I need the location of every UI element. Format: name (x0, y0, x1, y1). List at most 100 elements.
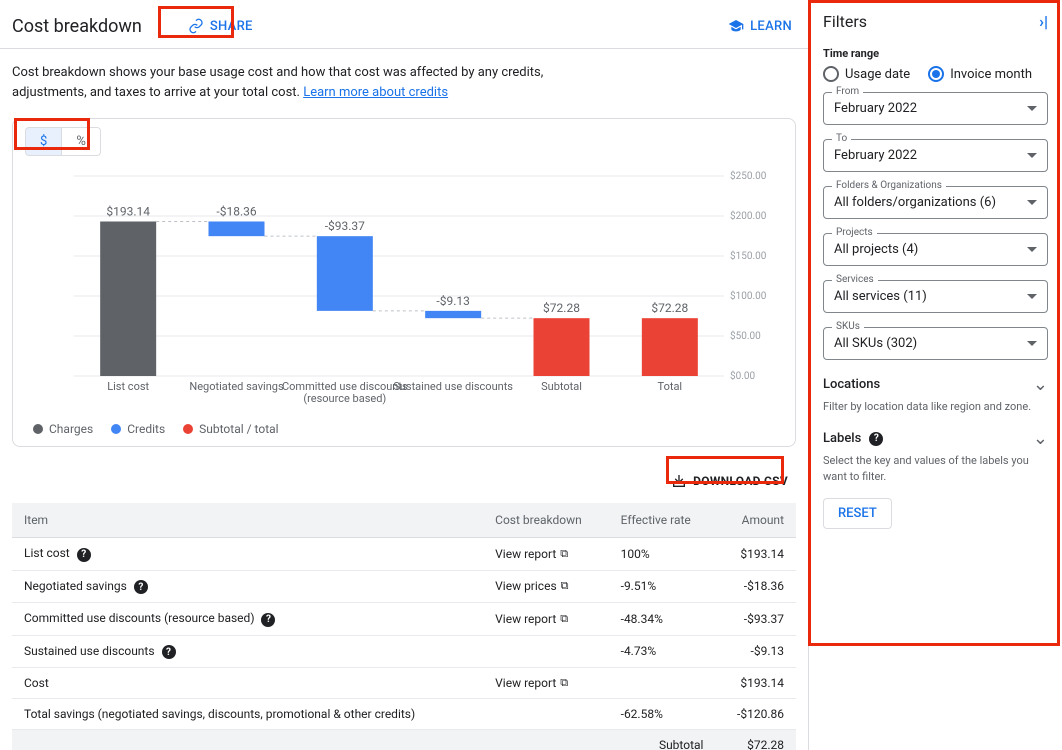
unit-toggle: $ % (25, 119, 783, 156)
col-cost-breakdown: Cost breakdown (483, 503, 608, 538)
filters-title: Filters (823, 12, 867, 31)
labels-hint: Select the key and values of the labels … (823, 453, 1048, 484)
cell-er: -4.73% (609, 635, 716, 668)
cell-er: -62.58% (609, 699, 716, 730)
summary-amount: $72.28 (715, 730, 796, 750)
reset-button[interactable]: RESET (823, 498, 892, 529)
learn-button[interactable]: LEARN (728, 18, 792, 34)
description: Cost breakdown shows your base usage cos… (0, 49, 560, 112)
time-range-label: Time range (823, 47, 1048, 60)
folders-label: Folders & Organizations (832, 180, 946, 191)
skus-value: All SKUs (302) (834, 336, 917, 351)
folders-select[interactable]: Folders & Organizations All folders/orga… (823, 186, 1048, 219)
services-value: All services (11) (834, 289, 927, 304)
svg-text:Subtotal: Subtotal (541, 380, 582, 393)
labels-label: Labels (823, 431, 861, 446)
toggle-percent[interactable]: % (62, 127, 101, 156)
svg-text:$72.28: $72.28 (651, 301, 688, 315)
collapse-filters-icon[interactable]: ›| (1039, 12, 1048, 31)
cell-amount: -$93.37 (715, 603, 796, 636)
table-row: Sustained use discounts ? -4.73% -$9.13 (12, 635, 796, 668)
radio-icon (928, 66, 944, 82)
cell-er: -48.34% (609, 603, 716, 636)
svg-text:List cost: List cost (107, 380, 149, 393)
cell-cb: View report ⧉ (483, 668, 608, 699)
svg-text:$50.00: $50.00 (730, 329, 761, 342)
to-select[interactable]: To February 2022 (823, 139, 1048, 172)
table-row: List cost ? View report ⧉ 100% $193.14 (12, 538, 796, 571)
graduation-icon (728, 18, 744, 34)
cell-item: List cost ? (12, 538, 483, 571)
cell-cb (483, 635, 608, 668)
chevron-down-icon: ⌄ (1033, 374, 1048, 395)
download-csv-button[interactable]: DOWNLOAD CSV (663, 467, 796, 495)
view-report-link[interactable]: View report ⧉ (495, 676, 568, 690)
chevron-down-icon (1027, 247, 1037, 252)
radio-invoice-month[interactable]: Invoice month (928, 66, 1032, 82)
chart-legend: ChargesCreditsSubtotal / total (25, 416, 783, 436)
radio-usage-date[interactable]: Usage date (823, 66, 910, 82)
from-label: From (832, 86, 863, 97)
radio-usage-date-label: Usage date (845, 67, 910, 82)
help-icon[interactable]: ? (134, 580, 148, 594)
svg-text:Sustained use discounts: Sustained use discounts (393, 380, 513, 393)
view-report-link[interactable]: View report ⧉ (495, 547, 568, 561)
projects-select[interactable]: Projects All projects (4) (823, 233, 1048, 266)
cost-table: Item Cost breakdown Effective rate Amoun… (12, 503, 796, 750)
svg-text:$100.00: $100.00 (730, 289, 767, 302)
svg-text:-$18.36: -$18.36 (216, 204, 256, 218)
waterfall-chart: $0.00$50.00$100.00$150.00$200.00$250.00$… (25, 166, 783, 416)
radio-icon (823, 66, 839, 82)
services-select[interactable]: Services All services (11) (823, 280, 1048, 313)
table-row: Committed use discounts (resource based)… (12, 603, 796, 636)
labels-expand[interactable]: Labels ? ⌄ (823, 428, 1048, 449)
svg-text:$250.00: $250.00 (730, 169, 767, 182)
svg-text:$200.00: $200.00 (730, 209, 767, 222)
help-icon[interactable]: ? (162, 645, 176, 659)
skus-select[interactable]: SKUs All SKUs (302) (823, 327, 1048, 360)
services-label: Services (832, 274, 878, 285)
chevron-down-icon (1027, 294, 1037, 299)
legend-item: Credits (111, 422, 165, 436)
cell-item: Total savings (negotiated savings, disco… (12, 699, 483, 730)
help-icon[interactable]: ? (77, 548, 91, 562)
folders-value: All folders/organizations (6) (834, 195, 996, 210)
locations-expand[interactable]: Locations ⌄ (823, 374, 1048, 395)
cell-cb: View report ⧉ (483, 538, 608, 571)
from-value: February 2022 (834, 101, 917, 116)
locations-hint: Filter by location data like region and … (823, 399, 1048, 414)
cell-item: Cost (12, 668, 483, 699)
skus-label: SKUs (832, 321, 864, 332)
share-button[interactable]: SHARE (178, 12, 263, 40)
cell-amount: $193.14 (715, 538, 796, 571)
cell-amount: -$18.36 (715, 570, 796, 603)
share-label: SHARE (210, 19, 253, 34)
cell-er: 100% (609, 538, 716, 571)
filters-panel: Filters ›| Time range Usage date Invoice… (808, 0, 1062, 750)
view-report-link[interactable]: View report ⧉ (495, 612, 568, 626)
download-icon (671, 473, 687, 489)
col-amount: Amount (715, 503, 796, 538)
svg-text:-$9.13: -$9.13 (436, 294, 469, 308)
locations-label: Locations (823, 377, 880, 392)
chevron-down-icon (1027, 153, 1037, 158)
svg-text:$150.00: $150.00 (730, 249, 767, 262)
help-icon[interactable]: ? (869, 432, 883, 446)
download-label: DOWNLOAD CSV (693, 474, 788, 488)
learn-more-link[interactable]: Learn more about credits (303, 85, 448, 100)
link-icon (188, 18, 204, 34)
chevron-down-icon (1027, 341, 1037, 346)
col-effective-rate: Effective rate (609, 503, 716, 538)
help-icon[interactable]: ? (261, 613, 275, 627)
external-link-icon: ⧉ (560, 612, 568, 626)
svg-text:$72.28: $72.28 (543, 301, 580, 315)
from-select[interactable]: From February 2022 (823, 92, 1048, 125)
learn-label: LEARN (750, 19, 792, 34)
view-report-link[interactable]: View prices ⧉ (495, 579, 568, 593)
toggle-dollar[interactable]: $ (25, 127, 62, 156)
projects-value: All projects (4) (834, 242, 918, 257)
col-item: Item (12, 503, 483, 538)
table-row: Total savings (negotiated savings, disco… (12, 699, 796, 730)
cell-er (609, 668, 716, 699)
cell-cb: View prices ⧉ (483, 570, 608, 603)
